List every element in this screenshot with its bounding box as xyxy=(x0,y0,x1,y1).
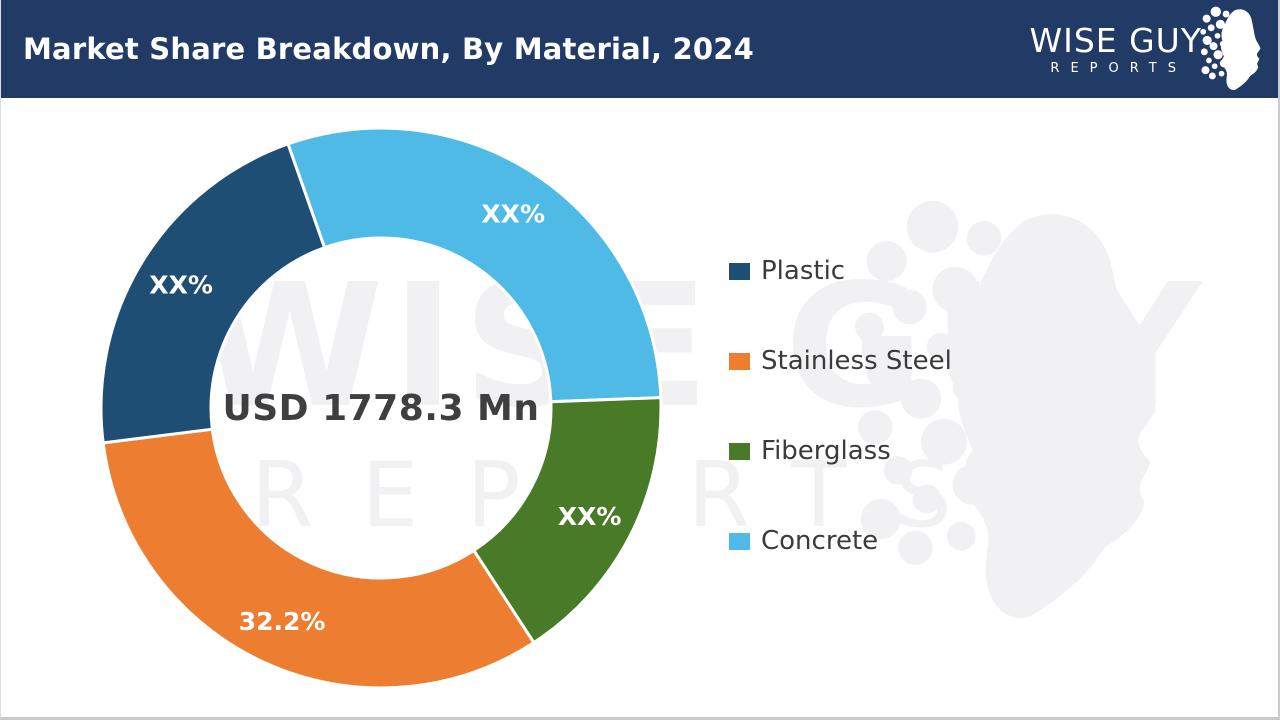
legend-item-stainless-steel: Stainless Steel xyxy=(729,348,952,374)
chart-center-total: USD 1778.3 Mn xyxy=(222,388,540,429)
legend-item-plastic: Plastic xyxy=(729,258,952,284)
page-title: Market Share Breakdown, By Material, 202… xyxy=(23,32,755,66)
legend-label-fiberglass: Fiberglass xyxy=(761,436,891,466)
legend-label-concrete: Concrete xyxy=(761,526,879,556)
chart-legend: Plastic Stainless Steel Fiberglass Concrete xyxy=(729,258,952,554)
legend-item-concrete: Concrete xyxy=(729,528,952,554)
legend-swatch-concrete xyxy=(729,532,750,550)
header-bar: Market Share Breakdown, By Material, 202… xyxy=(1,0,1278,98)
logo-text: WISE GUY REPORTS xyxy=(1029,24,1202,75)
legend-item-fiberglass: Fiberglass xyxy=(729,438,952,464)
pie-segment-stainless-steel xyxy=(101,427,536,690)
slice-label-stainless-steel: 32.2% xyxy=(239,607,326,636)
legend-label-plastic: Plastic xyxy=(761,256,846,286)
report-figure: Market Share Breakdown, By Material, 202… xyxy=(0,0,1280,720)
chart-area: WISE GUY REPORTS XX%XX%32.2%XX% USD 1778… xyxy=(1,98,1278,717)
legend-label-stainless-steel: Stainless Steel xyxy=(761,346,952,376)
slice-label-fiberglass: XX% xyxy=(558,502,622,531)
logo-face-icon xyxy=(1200,6,1261,91)
wise-guy-logo: WISE GUY REPORTS xyxy=(1029,6,1268,92)
pie-segment-concrete xyxy=(286,126,663,404)
logo-subtitle: REPORTS xyxy=(1050,60,1188,76)
slice-label-plastic: XX% xyxy=(149,270,213,299)
legend-swatch-fiberglass xyxy=(729,442,750,460)
logo-wordmark: WISE GUY xyxy=(1029,20,1202,60)
legend-swatch-stainless-steel xyxy=(729,352,750,370)
slice-label-concrete: XX% xyxy=(481,200,545,229)
legend-swatch-plastic xyxy=(729,262,750,280)
